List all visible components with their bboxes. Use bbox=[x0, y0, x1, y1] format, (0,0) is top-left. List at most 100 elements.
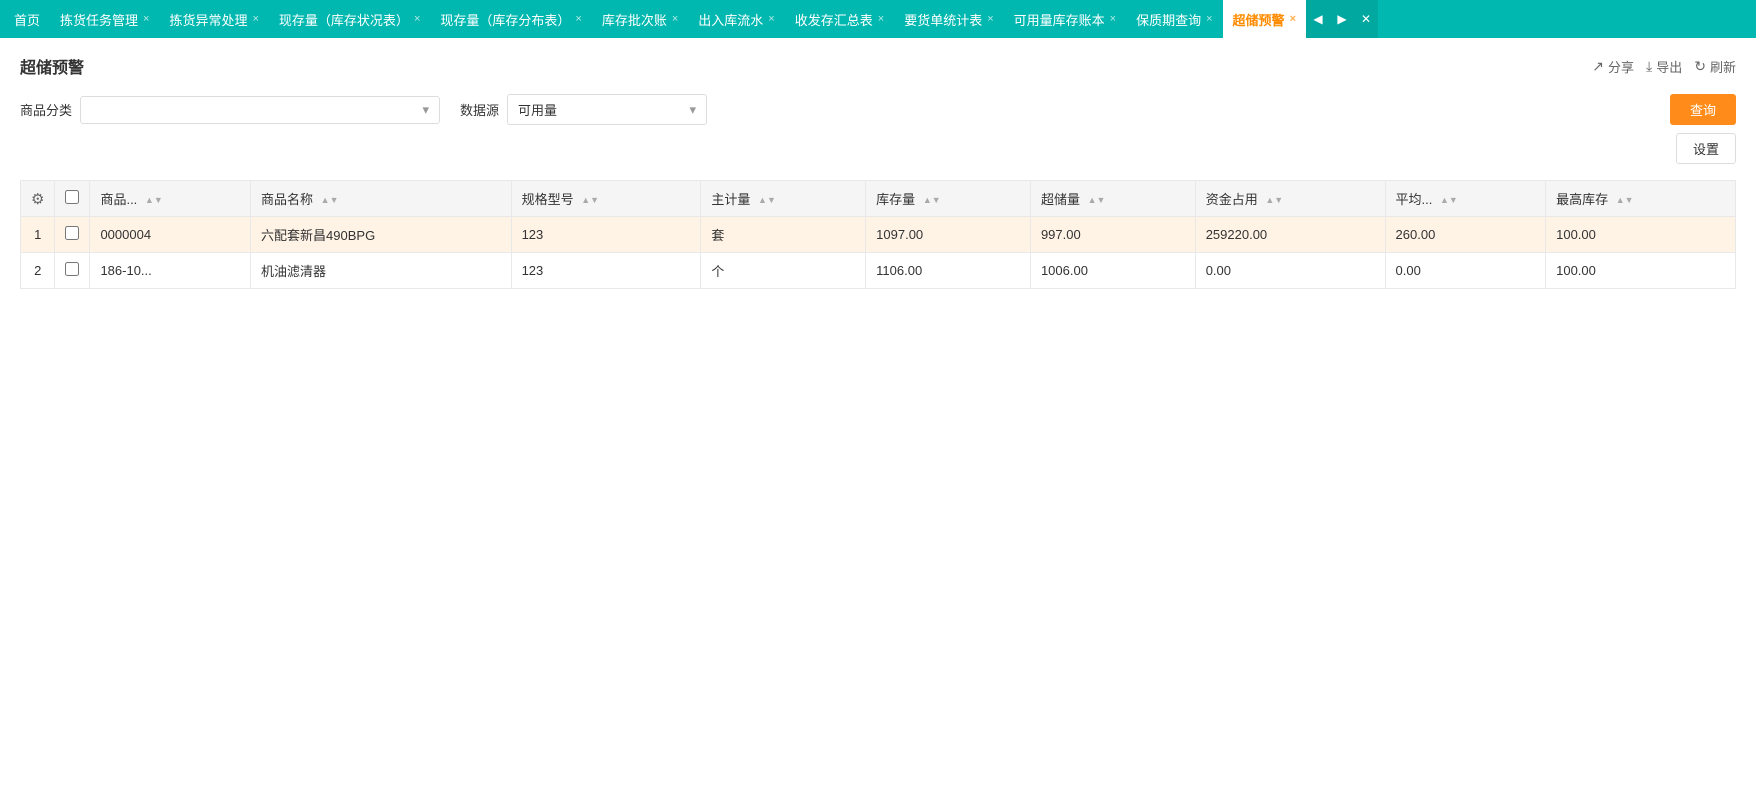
close-icon[interactable]: × bbox=[768, 13, 774, 25]
filter-datasource: 数据源 可用量 ▾ bbox=[460, 94, 707, 125]
row-checkbox[interactable] bbox=[65, 226, 79, 240]
top-nav: 首页 拣货任务管理 × 拣货异常处理 × 现存量（库存状况表） × 现存量（库存… bbox=[0, 0, 1756, 38]
row-checkbox-cell bbox=[55, 253, 90, 289]
share-button[interactable]: ↗ 分享 bbox=[1592, 57, 1634, 76]
nav-item-available-acct[interactable]: 可用量库存账本 × bbox=[1004, 0, 1126, 38]
col-header-settings: ⚙ bbox=[21, 181, 55, 217]
nav-item-collect[interactable]: 收发存汇总表 × bbox=[785, 0, 894, 38]
sort-icon: ▲▼ bbox=[1440, 196, 1458, 205]
close-icon[interactable]: × bbox=[987, 13, 993, 25]
close-icon[interactable]: × bbox=[672, 13, 678, 25]
row-max: 100.00 bbox=[1546, 253, 1736, 289]
row-capital: 259220.00 bbox=[1195, 217, 1385, 253]
col-header-spec[interactable]: 规格型号 ▲▼ bbox=[511, 181, 701, 217]
row-unit: 个 bbox=[701, 253, 866, 289]
sort-icon: ▲▼ bbox=[1616, 196, 1634, 205]
sort-icon: ▲▼ bbox=[758, 196, 776, 205]
nav-item-inventory-status[interactable]: 现存量（库存状况表） × bbox=[269, 0, 430, 38]
col-header-capital[interactable]: 资金占用 ▲▼ bbox=[1195, 181, 1385, 217]
chevron-down-icon: ▾ bbox=[690, 102, 697, 118]
export-icon: ⤓ bbox=[1646, 58, 1652, 75]
close-icon[interactable]: × bbox=[878, 13, 884, 25]
nav-label: 库存批次账 bbox=[602, 10, 667, 29]
table-row: 2 186-10... 机油滤清器 123 个 1106.00 1006.00 … bbox=[21, 253, 1736, 289]
row-stock: 1097.00 bbox=[866, 217, 1031, 253]
page-header: 超储预警 ↗ 分享 ⤓ 导出 ↻ 刷新 bbox=[20, 54, 1736, 78]
nav-label: 拣货任务管理 bbox=[60, 10, 138, 29]
datasource-value: 可用量 bbox=[518, 100, 557, 119]
close-icon[interactable]: × bbox=[1290, 13, 1296, 25]
col-avg-label: 平均... bbox=[1396, 192, 1433, 207]
nav-label: 现存量（库存状况表） bbox=[279, 10, 409, 29]
sort-icon: ▲▼ bbox=[581, 196, 599, 205]
col-overstock-label: 超储量 bbox=[1041, 192, 1080, 207]
col-name-label: 商品名称 bbox=[261, 192, 313, 207]
col-header-avg[interactable]: 平均... ▲▼ bbox=[1385, 181, 1546, 217]
nav-label: 现存量（库存分布表） bbox=[440, 10, 570, 29]
close-icon[interactable]: × bbox=[575, 13, 581, 25]
settings-button[interactable]: 设置 bbox=[1676, 133, 1736, 164]
close-icon[interactable]: × bbox=[414, 13, 420, 25]
col-header-stock[interactable]: 库存量 ▲▼ bbox=[866, 181, 1031, 217]
close-icon[interactable]: × bbox=[252, 13, 258, 25]
row-overstock: 1006.00 bbox=[1030, 253, 1195, 289]
nav-label: 可用量库存账本 bbox=[1014, 10, 1105, 29]
nav-item-inventory-dist[interactable]: 现存量（库存分布表） × bbox=[430, 0, 591, 38]
nav-arrow-left[interactable]: ◀ bbox=[1306, 0, 1330, 38]
close-icon[interactable]: × bbox=[143, 13, 149, 25]
query-button[interactable]: 查询 bbox=[1670, 94, 1736, 125]
category-select[interactable]: ▾ bbox=[80, 96, 440, 124]
col-capital-label: 资金占用 bbox=[1206, 192, 1258, 207]
nav-label: 出入库流水 bbox=[698, 10, 763, 29]
row-code: 0000004 bbox=[90, 217, 251, 253]
table-row: 1 0000004 六配套新昌490BPG 123 套 1097.00 997.… bbox=[21, 217, 1736, 253]
nav-item-expiry[interactable]: 保质期查询 × bbox=[1126, 0, 1222, 38]
col-header-unit[interactable]: 主计量 ▲▼ bbox=[701, 181, 866, 217]
col-unit-label: 主计量 bbox=[711, 192, 750, 207]
close-icon[interactable]: × bbox=[1206, 13, 1212, 25]
page-title: 超储预警 bbox=[20, 54, 84, 78]
nav-item-batch[interactable]: 库存批次账 × bbox=[592, 0, 688, 38]
refresh-button[interactable]: ↻ 刷新 bbox=[1694, 57, 1736, 76]
row-checkbox[interactable] bbox=[65, 262, 79, 276]
col-header-code[interactable]: 商品... ▲▼ bbox=[90, 181, 251, 217]
row-stock: 1106.00 bbox=[866, 253, 1031, 289]
filter-row: 商品分类 ▾ 数据源 可用量 ▾ bbox=[20, 94, 1670, 125]
nav-item-task-mgmt[interactable]: 拣货任务管理 × bbox=[50, 0, 159, 38]
col-header-name[interactable]: 商品名称 ▲▼ bbox=[251, 181, 512, 217]
row-avg: 0.00 bbox=[1385, 253, 1546, 289]
col-header-overstock[interactable]: 超储量 ▲▼ bbox=[1030, 181, 1195, 217]
category-label: 商品分类 bbox=[20, 100, 72, 119]
refresh-label: 刷新 bbox=[1710, 57, 1736, 76]
nav-item-order-stat[interactable]: 要货单统计表 × bbox=[894, 0, 1003, 38]
datasource-select[interactable]: 可用量 ▾ bbox=[507, 94, 707, 125]
row-unit: 套 bbox=[701, 217, 866, 253]
refresh-icon: ↻ bbox=[1694, 58, 1706, 75]
nav-label: 超储预警 bbox=[1233, 10, 1285, 29]
nav-item-home-label: 首页 bbox=[14, 10, 40, 29]
share-label: 分享 bbox=[1608, 57, 1634, 76]
nav-arrow-close[interactable]: ✕ bbox=[1354, 0, 1378, 38]
nav-item-overstock[interactable]: 超储预警 × bbox=[1223, 0, 1306, 38]
datasource-label: 数据源 bbox=[460, 100, 499, 119]
nav-item-inout-flow[interactable]: 出入库流水 × bbox=[688, 0, 784, 38]
share-icon: ↗ bbox=[1592, 58, 1604, 75]
row-capital: 0.00 bbox=[1195, 253, 1385, 289]
col-spec-label: 规格型号 bbox=[522, 192, 574, 207]
export-button[interactable]: ⤓ 导出 bbox=[1646, 57, 1682, 76]
col-header-checkbox bbox=[55, 181, 90, 217]
select-all-checkbox[interactable] bbox=[65, 190, 79, 204]
row-overstock: 997.00 bbox=[1030, 217, 1195, 253]
col-max-label: 最高库存 bbox=[1556, 192, 1608, 207]
nav-label: 保质期查询 bbox=[1136, 10, 1201, 29]
nav-item-abnormal[interactable]: 拣货异常处理 × bbox=[159, 0, 268, 38]
data-table: ⚙ 商品... ▲▼ 商品名称 ▲▼ 规格型号 ▲▼ 主计 bbox=[20, 180, 1736, 289]
col-header-max[interactable]: 最高库存 ▲▼ bbox=[1546, 181, 1736, 217]
sort-icon: ▲▼ bbox=[923, 196, 941, 205]
col-code-label: 商品... bbox=[100, 192, 137, 207]
nav-label: 收发存汇总表 bbox=[795, 10, 873, 29]
nav-arrow-right[interactable]: ▶ bbox=[1330, 0, 1354, 38]
gear-icon[interactable]: ⚙ bbox=[31, 191, 44, 208]
nav-item-home[interactable]: 首页 bbox=[4, 0, 50, 38]
close-icon[interactable]: × bbox=[1110, 13, 1116, 25]
